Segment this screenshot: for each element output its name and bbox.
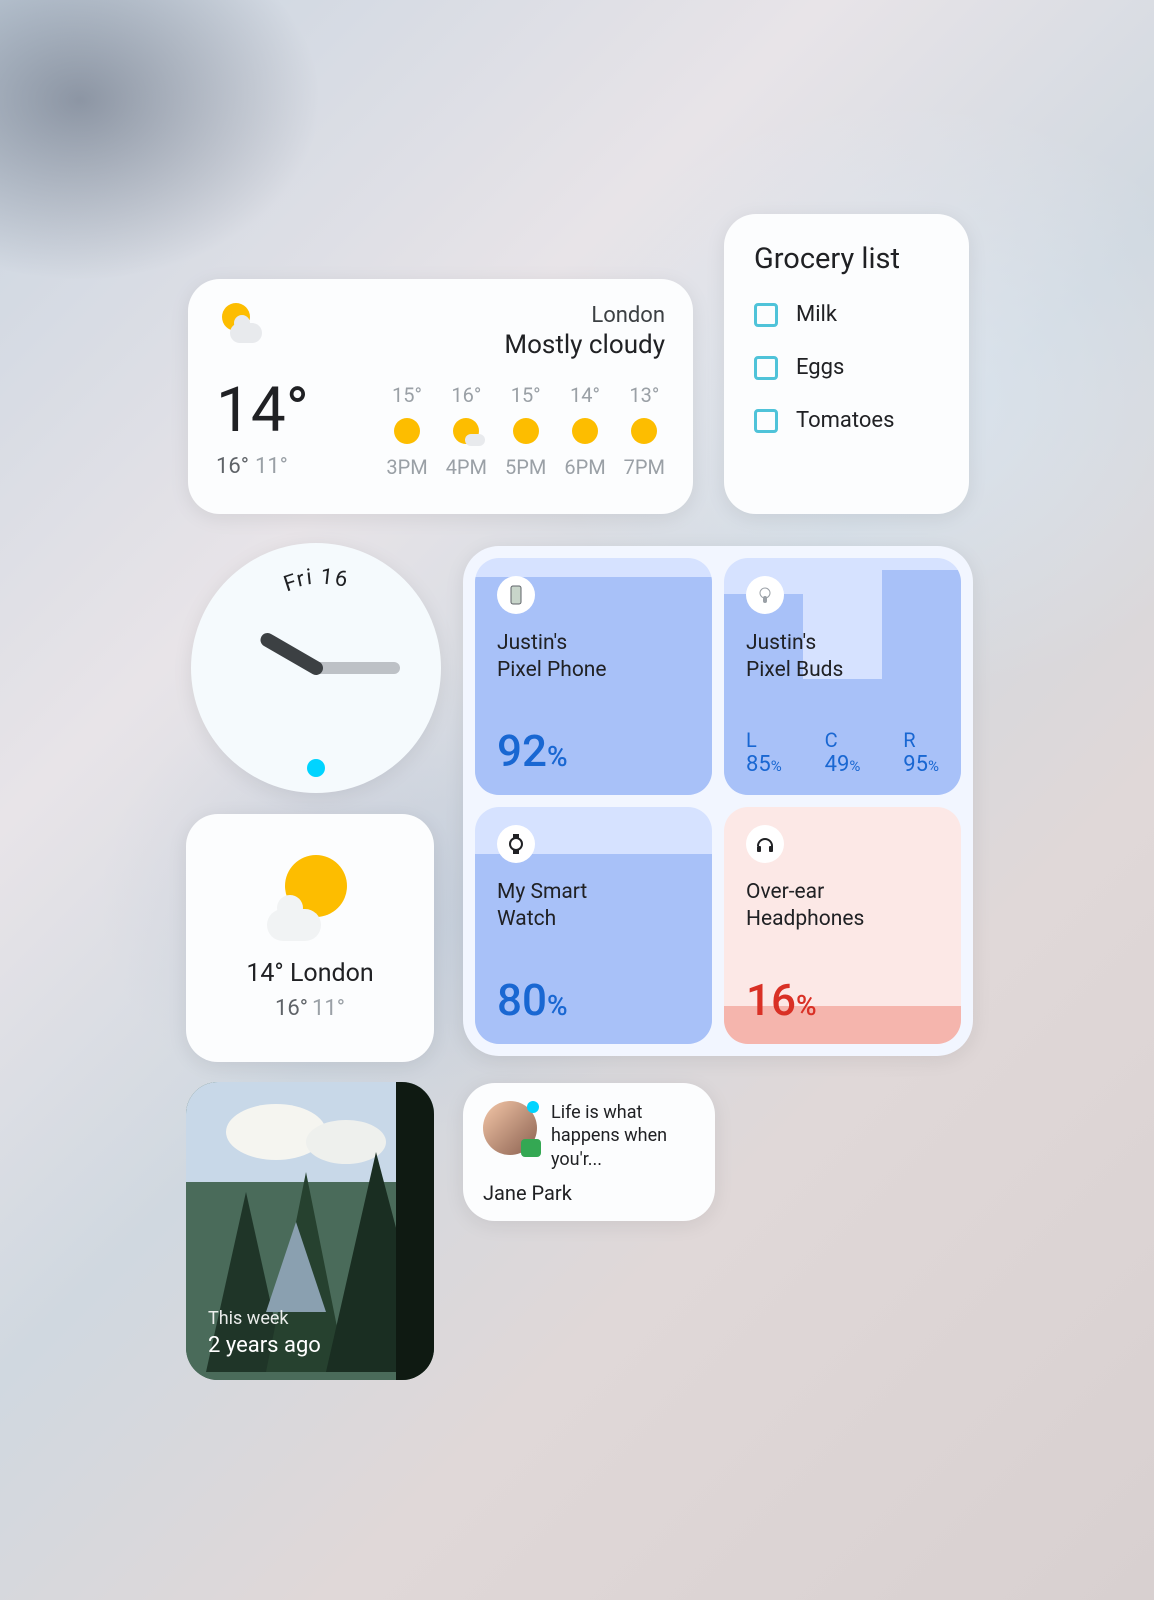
hour-temp: 13° (629, 383, 659, 407)
hour-time: 5PM (505, 455, 546, 479)
weather-widget-small[interactable]: 14° London 16°11° (186, 814, 434, 1062)
photo-subtitle: This week (208, 1308, 321, 1329)
weather-summary: 14° London (246, 959, 373, 988)
weather-icon (216, 303, 260, 347)
grocery-title: Grocery list (754, 242, 939, 276)
checkbox[interactable] (754, 356, 778, 380)
sun-icon (450, 415, 482, 447)
forecast-hour: 15° 5PM (505, 383, 546, 479)
device-name: My SmartWatch (497, 879, 690, 934)
battery-tile[interactable]: Justin'sPixel Buds L85% C49% R95% (724, 558, 961, 795)
checkbox[interactable] (754, 409, 778, 433)
clock-date: Fri 16 (282, 565, 349, 590)
grocery-item[interactable]: Tomatoes (754, 408, 939, 433)
grocery-label: Tomatoes (796, 408, 894, 433)
sun-icon (569, 415, 601, 447)
battery-percentage: 16% (746, 974, 939, 1026)
battery-tile[interactable]: Justin'sPixel Phone 92% (475, 558, 712, 795)
minute-hand (310, 662, 400, 674)
device-name: Justin'sPixel Buds (746, 630, 939, 685)
sun-icon (510, 415, 542, 447)
buds-battery-row: L85% C49% R95% (746, 728, 939, 777)
current-temperature: 14° (216, 380, 309, 442)
grocery-item[interactable]: Milk (754, 302, 939, 327)
forecast-hour: 14° 6PM (564, 383, 605, 479)
grocery-list-widget[interactable]: Grocery list Milk Eggs Tomatoes (724, 214, 969, 514)
weather-condition: Mostly cloudy (504, 330, 665, 360)
message-badge-icon (521, 1139, 541, 1157)
watch-icon (497, 825, 535, 863)
hour-temp: 15° (511, 383, 541, 407)
contact-name: Jane Park (483, 1181, 695, 1205)
hourly-forecast: 15° 3PM 16° 4PM 15° 5PM 14° 6PM 13° 7PM (386, 383, 665, 479)
hour-temp: 14° (570, 383, 600, 407)
status-dot-icon (527, 1101, 539, 1113)
photo-memories-widget[interactable]: This week 2 years ago (186, 1082, 434, 1380)
hour-time: 3PM (386, 455, 427, 479)
weather-widget-wide[interactable]: London Mostly cloudy 14° 16°11° 15° 3PM1… (188, 279, 693, 514)
contact-widget[interactable]: Life is what happens when you'r... Jane … (463, 1083, 715, 1221)
sun-icon (391, 415, 423, 447)
contact-message: Life is what happens when you'r... (551, 1101, 695, 1171)
grocery-label: Milk (796, 302, 837, 327)
headphones-icon (746, 825, 784, 863)
forecast-hour: 16° 4PM (446, 383, 487, 479)
hour-time: 4PM (446, 455, 487, 479)
photo-title: 2 years ago (208, 1333, 321, 1358)
clock-indicator-dot (307, 759, 325, 777)
device-name: Justin'sPixel Phone (497, 630, 690, 685)
hour-time: 6PM (564, 455, 605, 479)
sun-icon (628, 415, 660, 447)
hour-hand (258, 630, 326, 677)
clock-widget[interactable]: Fri 16 (191, 543, 441, 793)
hour-temp: 15° (392, 383, 422, 407)
checkbox[interactable] (754, 303, 778, 327)
battery-tile[interactable]: Over-earHeadphones 16% (724, 807, 961, 1044)
battery-widget[interactable]: Justin'sPixel Phone 92% Justin'sPixel Bu… (463, 546, 973, 1056)
device-name: Over-earHeadphones (746, 879, 939, 934)
battery-percentage: 80% (497, 974, 690, 1026)
high-low-temp: 16°11° (216, 454, 309, 479)
battery-tile[interactable]: My SmartWatch 80% (475, 807, 712, 1044)
hour-temp: 16° (451, 383, 481, 407)
battery-percentage: 92% (497, 725, 690, 777)
phone-icon (497, 576, 535, 614)
earbuds-icon (746, 576, 784, 614)
high-low-temp: 16°11° (275, 996, 345, 1021)
grocery-label: Eggs (796, 355, 844, 380)
hour-time: 7PM (624, 455, 665, 479)
forecast-hour: 13° 7PM (624, 383, 665, 479)
weather-location: London Mostly cloudy (504, 303, 665, 360)
weather-city: London (504, 303, 665, 328)
avatar (483, 1101, 537, 1155)
grocery-item[interactable]: Eggs (754, 355, 939, 380)
weather-icon (265, 855, 355, 945)
forecast-hour: 15° 3PM (386, 383, 427, 479)
